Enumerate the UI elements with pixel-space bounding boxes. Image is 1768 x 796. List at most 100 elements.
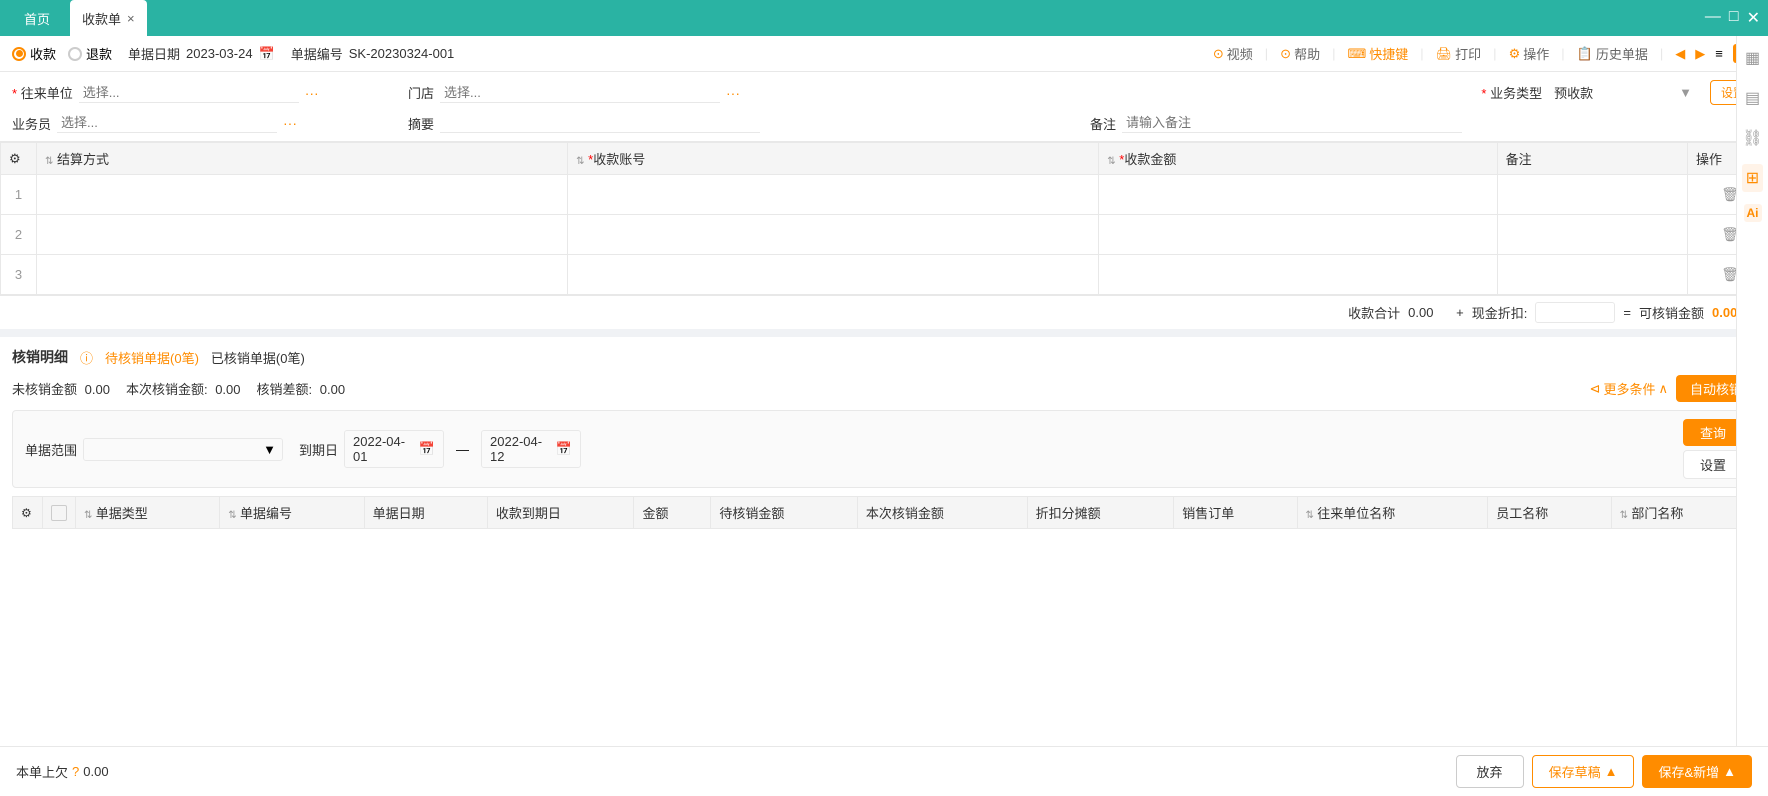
help-action[interactable]: ⊙ 帮助 (1280, 44, 1320, 63)
discard-btn[interactable]: 放弃 (1456, 755, 1524, 788)
more-conditions-btn[interactable]: ⊲ 更多条件 ∧ (1590, 379, 1668, 398)
staff-more-icon[interactable]: ··· (283, 115, 297, 131)
date-from-input[interactable]: 2022-04-01 📅 (344, 430, 444, 468)
receipt-table: ⚙ ⇅ 结算方式 ⇅ *收款账号 ⇅ *收款金额 备注 (0, 142, 1768, 295)
remark-field: 备注 (1090, 113, 1756, 133)
filter-settings-btn[interactable]: 设置 (1683, 450, 1743, 479)
sort-settle-icon[interactable]: ⇅ (45, 156, 53, 167)
calendar-icon[interactable]: 📅 (259, 46, 275, 62)
verify-info-icon[interactable]: ⓘ (80, 348, 93, 367)
tab-bar-right: — □ ✕ (1705, 8, 1760, 28)
sort-partner-icon[interactable]: ⇅ (1306, 510, 1314, 521)
query-btn[interactable]: 查询 (1683, 419, 1743, 446)
staff-input[interactable] (57, 113, 277, 133)
operation-icon: ⚙ (1509, 46, 1521, 62)
print-label: 打印 (1455, 44, 1481, 63)
th-settings-detail[interactable]: ⚙ (13, 497, 43, 529)
minimize-icon[interactable]: — (1705, 8, 1721, 28)
row-1-remark[interactable] (1497, 175, 1687, 215)
save-new-arrow[interactable]: ▲ (1723, 764, 1736, 779)
sort-dept-icon[interactable]: ⇅ (1620, 510, 1628, 521)
bottom-stat-info-icon[interactable]: ? (72, 764, 79, 779)
sort-amount-icon[interactable]: ⇅ (1107, 156, 1115, 167)
radio-group: 收款 退款 (12, 44, 112, 63)
print-action[interactable]: 🖨 打印 (1436, 44, 1482, 63)
next-icon[interactable]: ▶ (1695, 46, 1705, 62)
table-row: 3 🗑 ⧉ (1, 255, 1768, 295)
sort-type-icon[interactable]: ⇅ (84, 510, 92, 521)
number-field: 单据编号 SK-20230324-001 (291, 44, 455, 63)
table-row: 1 🗑 ⧉ (1, 175, 1768, 215)
th-due: 收款到期日 (487, 497, 634, 529)
close-icon[interactable]: ✕ (1747, 8, 1760, 28)
verify-stats: 未核销金额 0.00 本次核销金额: 0.00 核销差额: 0.00 ⊲ 更多条… (12, 375, 1756, 402)
sidebar-expand-icon[interactable]: ⊞ (1742, 164, 1763, 192)
help-label: 帮助 (1294, 44, 1320, 63)
row-2-account[interactable] (568, 215, 1099, 255)
th-account-label: 收款账号 (593, 152, 645, 167)
calendar-to-icon[interactable]: 📅 (556, 441, 572, 457)
history-icon: 📋 (1577, 46, 1593, 62)
done-tab[interactable]: 已核销单据(0笔) (211, 348, 305, 367)
prev-icon[interactable]: ◀ (1675, 46, 1685, 62)
tab-receipt[interactable]: 收款单 × (70, 0, 147, 36)
due-field: 到期日 2022-04-01 📅 — 2022-04-12 📅 (299, 430, 581, 468)
sidebar-table-icon[interactable]: ▦ (1741, 44, 1764, 72)
shop-more-icon[interactable]: ··· (726, 85, 740, 101)
row-2-remark[interactable] (1497, 215, 1687, 255)
sort-number-icon[interactable]: ⇅ (228, 510, 236, 521)
ai-label[interactable]: Ai (1744, 204, 1762, 222)
row-3-remark[interactable] (1497, 255, 1687, 295)
row-1-amount[interactable] (1099, 175, 1497, 215)
header-checkbox[interactable] (51, 505, 67, 521)
row-3-amount[interactable] (1099, 255, 1497, 295)
partner-input[interactable] (79, 83, 299, 103)
current-stat: 本次核销金额: 0.00 (126, 379, 241, 398)
row-3-account[interactable] (568, 255, 1099, 295)
history-action[interactable]: 📋 历史单据 (1577, 44, 1648, 63)
table-row: 2 🗑 ⧉ (1, 215, 1768, 255)
row-2-amount[interactable] (1099, 215, 1497, 255)
save-new-btn[interactable]: 保存&新增 ▲ (1642, 755, 1752, 788)
row-1-num: 1 (1, 175, 37, 215)
maximize-icon[interactable]: □ (1729, 8, 1739, 28)
discount-input[interactable] (1535, 302, 1615, 323)
radio-receive-label: 收款 (30, 44, 56, 63)
shortcut-icon: ⌨ (1347, 46, 1366, 62)
operation-action[interactable]: ⚙ 操作 (1509, 44, 1550, 63)
verify-section: 核销明细 ⓘ 待核销单据(0笔) 已核销单据(0笔) 未核销金额 0.00 本次… (0, 329, 1768, 796)
business-type-arrow[interactable]: ▼ (1679, 85, 1692, 100)
tab-home[interactable]: 首页 (8, 0, 66, 36)
sort-account-icon[interactable]: ⇅ (576, 156, 584, 167)
th-order: 销售订单 (1174, 497, 1297, 529)
video-action[interactable]: ⊙ 视频 (1213, 44, 1253, 63)
row-1-settle[interactable] (37, 175, 568, 215)
radio-refund[interactable]: 退款 (68, 44, 112, 63)
partner-more-icon[interactable]: ··· (305, 85, 319, 101)
save-draft-btn[interactable]: 保存草稿 ▲ (1532, 755, 1635, 788)
th-staff: 员工名称 (1488, 497, 1611, 529)
save-draft-arrow[interactable]: ▲ (1605, 764, 1618, 779)
sidebar-link-icon[interactable]: ⛓ (1738, 124, 1766, 152)
date-to-value: 2022-04-12 (490, 434, 548, 464)
remark-input[interactable] (1122, 113, 1462, 133)
table-settings-icon[interactable]: ⚙ (9, 151, 21, 166)
shortcut-action[interactable]: ⌨ 快捷键 (1347, 44, 1408, 63)
sidebar-list-icon[interactable]: ▤ (1741, 84, 1764, 112)
date-to-input[interactable]: 2022-04-12 📅 (481, 430, 581, 468)
layout-icon[interactable]: ≡ (1715, 46, 1723, 61)
row-3-settle[interactable] (37, 255, 568, 295)
summary-input[interactable] (440, 113, 760, 133)
pending-tab[interactable]: 待核销单据(0笔) (105, 348, 199, 367)
shop-input[interactable] (440, 83, 720, 103)
th-settings[interactable]: ⚙ (1, 143, 37, 175)
calendar-from-icon[interactable]: 📅 (419, 441, 435, 457)
radio-receive[interactable]: 收款 (12, 44, 56, 63)
print-icon: 🖨 (1436, 46, 1453, 62)
form-area: * 往来单位 ··· 门店 ··· * 业务类型 预收款 ▼ 设置 业务员 (0, 72, 1768, 142)
row-1-account[interactable] (568, 175, 1099, 215)
toolbar: 收款 退款 单据日期 2023-03-24 📅 单据编号 SK-20230324… (0, 36, 1768, 72)
row-2-settle[interactable] (37, 215, 568, 255)
range-select[interactable]: ▼ (83, 438, 283, 461)
tab-close-icon[interactable]: × (127, 11, 135, 26)
